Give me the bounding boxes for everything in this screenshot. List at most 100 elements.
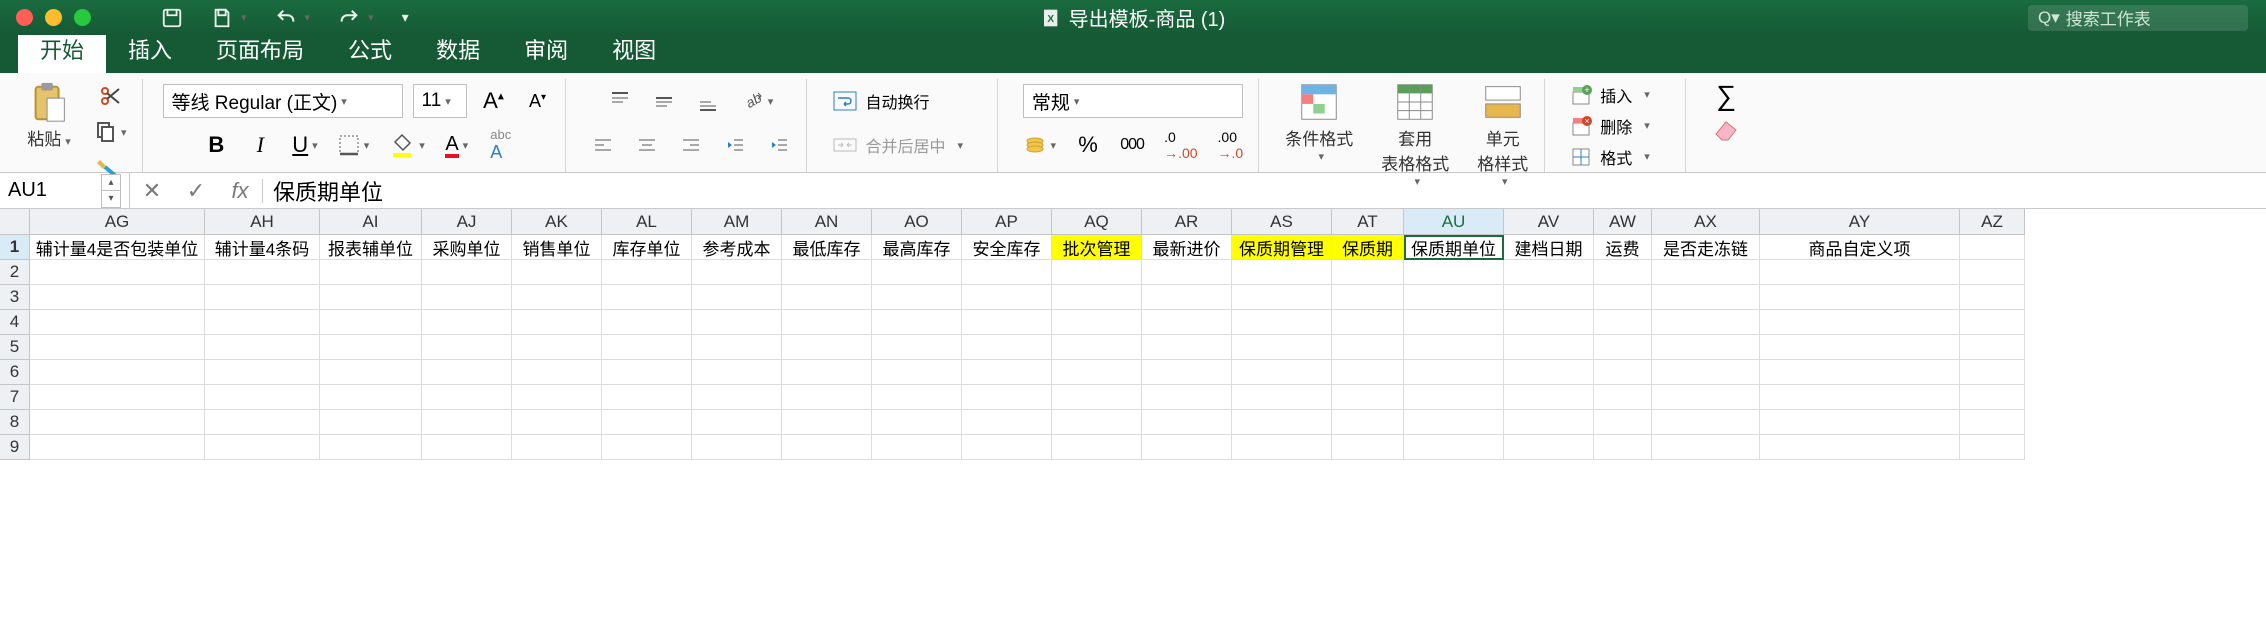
cell-AR5[interactable]	[1142, 335, 1232, 360]
cell-AI4[interactable]	[320, 310, 422, 335]
orientation-button[interactable]: ab	[735, 84, 779, 118]
number-format-combo[interactable]: 常规	[1023, 84, 1243, 118]
cell-AI3[interactable]	[320, 285, 422, 310]
cell-AU6[interactable]	[1404, 360, 1504, 385]
cell-AI9[interactable]	[320, 435, 422, 460]
cell-AZ7[interactable]	[1960, 385, 2025, 410]
cell-AZ5[interactable]	[1960, 335, 2025, 360]
column-header-AT[interactable]: AT	[1332, 209, 1404, 235]
increase-indent-button[interactable]	[762, 128, 796, 162]
cell-AZ4[interactable]	[1960, 310, 2025, 335]
cell-AT7[interactable]	[1332, 385, 1404, 410]
fill-color-button[interactable]	[384, 128, 430, 162]
column-header-AR[interactable]: AR	[1142, 209, 1232, 235]
cell-AS4[interactable]	[1232, 310, 1332, 335]
cell-AY5[interactable]	[1760, 335, 1960, 360]
save-button[interactable]	[211, 7, 247, 29]
column-header-AL[interactable]: AL	[602, 209, 692, 235]
cell-AX7[interactable]	[1652, 385, 1760, 410]
align-bottom-button[interactable]	[691, 84, 725, 118]
cell-AY4[interactable]	[1760, 310, 1960, 335]
row-header-5[interactable]: 5	[0, 335, 30, 360]
column-header-AW[interactable]: AW	[1594, 209, 1652, 235]
cell-AI2[interactable]	[320, 260, 422, 285]
cell-AU4[interactable]	[1404, 310, 1504, 335]
cell-AI5[interactable]	[320, 335, 422, 360]
cell-AO9[interactable]	[872, 435, 962, 460]
column-header-AZ[interactable]: AZ	[1960, 209, 2025, 235]
cell-AT4[interactable]	[1332, 310, 1404, 335]
cell-AR7[interactable]	[1142, 385, 1232, 410]
cell-AK4[interactable]	[512, 310, 602, 335]
cell-AQ9[interactable]	[1052, 435, 1142, 460]
merge-center-button[interactable]: 合并后居中	[827, 128, 987, 162]
cell-AR6[interactable]	[1142, 360, 1232, 385]
cell-AM2[interactable]	[692, 260, 782, 285]
cell-AZ3[interactable]	[1960, 285, 2025, 310]
cell-AX5[interactable]	[1652, 335, 1760, 360]
increase-decimal-button[interactable]: .0→.00	[1159, 128, 1202, 162]
cell-AH5[interactable]	[205, 335, 320, 360]
column-header-AV[interactable]: AV	[1504, 209, 1594, 235]
name-box-stepper[interactable]: ▴▾	[101, 174, 121, 208]
comma-button[interactable]: 000	[1115, 128, 1149, 162]
row-header-7[interactable]: 7	[0, 385, 30, 410]
increase-font-button[interactable]: A▴	[477, 84, 511, 118]
cell-AG8[interactable]	[30, 410, 205, 435]
cell-AN6[interactable]	[782, 360, 872, 385]
cell-AH2[interactable]	[205, 260, 320, 285]
cell-AH9[interactable]	[205, 435, 320, 460]
cell-AM8[interactable]	[692, 410, 782, 435]
cell-AL2[interactable]	[602, 260, 692, 285]
cut-button[interactable]	[93, 79, 127, 113]
underline-button[interactable]: U	[287, 128, 322, 162]
cell-AG3[interactable]	[30, 285, 205, 310]
cell-AL4[interactable]	[602, 310, 692, 335]
select-all-corner[interactable]	[0, 209, 30, 235]
cell-AR9[interactable]	[1142, 435, 1232, 460]
cell-AT3[interactable]	[1332, 285, 1404, 310]
cell-AJ7[interactable]	[422, 385, 512, 410]
cell-AZ8[interactable]	[1960, 410, 2025, 435]
decrease-decimal-button[interactable]: .00→.0	[1213, 128, 1249, 162]
column-header-AP[interactable]: AP	[962, 209, 1052, 235]
cell-AW5[interactable]	[1594, 335, 1652, 360]
cell-AP7[interactable]	[962, 385, 1052, 410]
cell-AT2[interactable]	[1332, 260, 1404, 285]
cell-AK1[interactable]: 销售单位	[512, 235, 602, 260]
format-cells-button[interactable]: 格式	[1565, 141, 1675, 172]
cell-AT8[interactable]	[1332, 410, 1404, 435]
cell-AS2[interactable]	[1232, 260, 1332, 285]
italic-button[interactable]: I	[243, 128, 277, 162]
cell-AZ6[interactable]	[1960, 360, 2025, 385]
row-header-9[interactable]: 9	[0, 435, 30, 460]
cell-AG6[interactable]	[30, 360, 205, 385]
cell-AW4[interactable]	[1594, 310, 1652, 335]
cell-AZ1[interactable]	[1960, 235, 2025, 260]
cell-AP8[interactable]	[962, 410, 1052, 435]
cell-AP9[interactable]	[962, 435, 1052, 460]
cell-AH7[interactable]	[205, 385, 320, 410]
cell-AS7[interactable]	[1232, 385, 1332, 410]
cell-AQ4[interactable]	[1052, 310, 1142, 335]
cell-AN3[interactable]	[782, 285, 872, 310]
row-header-2[interactable]: 2	[0, 260, 30, 285]
cell-AY9[interactable]	[1760, 435, 1960, 460]
cell-AW2[interactable]	[1594, 260, 1652, 285]
cell-AQ3[interactable]	[1052, 285, 1142, 310]
autosum-button[interactable]: ∑	[1709, 79, 1743, 113]
cell-AV6[interactable]	[1504, 360, 1594, 385]
cell-AZ9[interactable]	[1960, 435, 2025, 460]
cell-AU5[interactable]	[1404, 335, 1504, 360]
cell-AV2[interactable]	[1504, 260, 1594, 285]
cell-AU8[interactable]	[1404, 410, 1504, 435]
cell-AX8[interactable]	[1652, 410, 1760, 435]
cell-AY6[interactable]	[1760, 360, 1960, 385]
cell-AV8[interactable]	[1504, 410, 1594, 435]
cell-AO8[interactable]	[872, 410, 962, 435]
cell-AN2[interactable]	[782, 260, 872, 285]
cell-AM6[interactable]	[692, 360, 782, 385]
cell-AQ7[interactable]	[1052, 385, 1142, 410]
cell-AH8[interactable]	[205, 410, 320, 435]
cell-styles-button[interactable]: 单元 格样式	[1471, 79, 1534, 188]
